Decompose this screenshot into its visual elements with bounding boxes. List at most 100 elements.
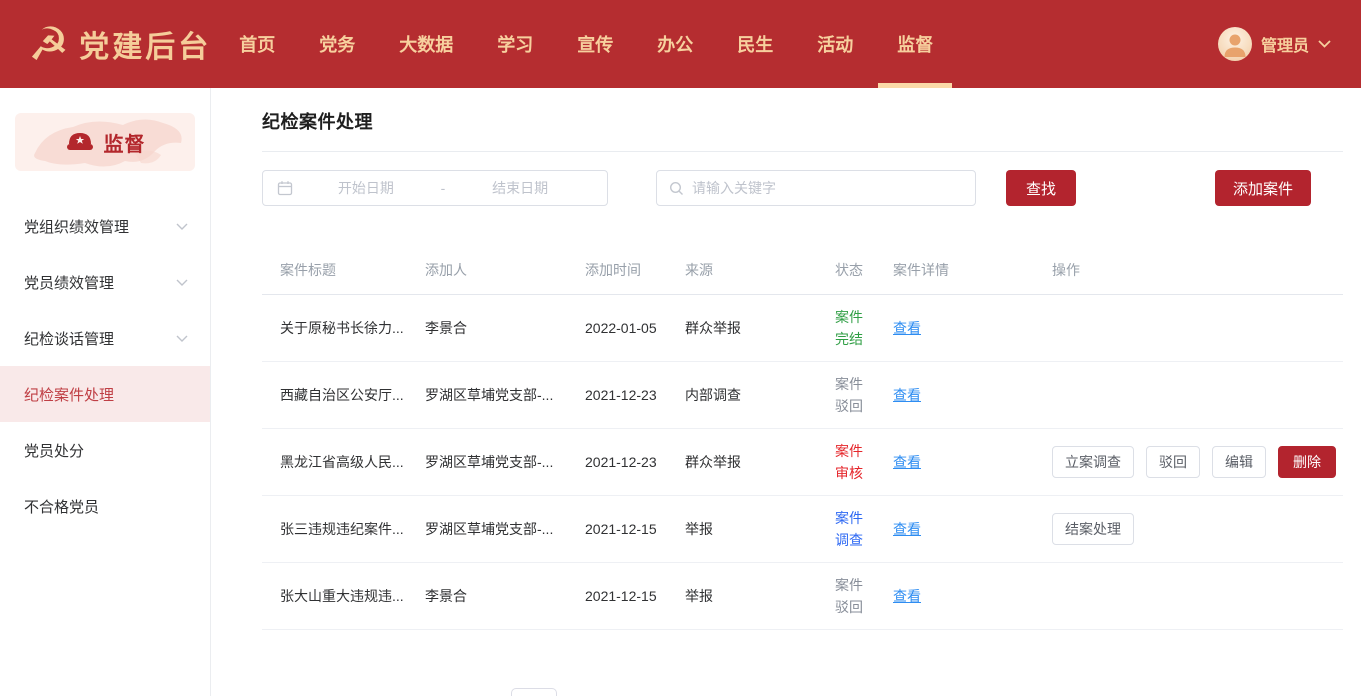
reject-button[interactable]: 驳回 bbox=[1146, 446, 1200, 478]
case-actions-cell: 立案调查 驳回 编辑 删除 bbox=[1035, 446, 1343, 478]
user-menu[interactable]: 管理员 bbox=[1218, 27, 1331, 61]
delete-button[interactable]: 删除 bbox=[1278, 446, 1336, 478]
nav-item-party-affairs[interactable]: 党务 bbox=[317, 0, 357, 88]
case-source-cell: 群众举报 bbox=[685, 318, 835, 338]
end-date-placeholder: 结束日期 bbox=[447, 178, 593, 198]
file-investigation-button[interactable]: 立案调查 bbox=[1052, 446, 1134, 478]
case-detail-cell: 查看 bbox=[893, 452, 1035, 472]
col-header-source: 来源 bbox=[685, 260, 835, 294]
sidebar-banner-label: 监督 bbox=[104, 128, 146, 157]
sidebar-item-unqualified-members[interactable]: 不合格党员 bbox=[0, 478, 210, 534]
case-title-cell: 张大山重大违规违... bbox=[280, 586, 425, 606]
case-source-cell: 群众举报 bbox=[685, 452, 835, 472]
case-source-cell: 内部调查 bbox=[685, 385, 835, 405]
nav-item-activities[interactable]: 活动 bbox=[815, 0, 855, 88]
nav-item-study[interactable]: 学习 bbox=[495, 0, 535, 88]
party-emblem-icon: ☭ bbox=[28, 21, 69, 67]
nav-item-supervision[interactable]: 监督 bbox=[895, 0, 935, 88]
sidebar-menu: 党组织绩效管理 党员绩效管理 纪检谈话管理 纪检案件处理 党员处分 不合格党员 bbox=[0, 198, 210, 534]
sidebar-item-org-performance[interactable]: 党组织绩效管理 bbox=[0, 198, 210, 254]
col-header-status: 状态 bbox=[835, 260, 893, 294]
app-logo: ☭ 党建后台 bbox=[28, 21, 211, 67]
case-actions-cell: 结案处理 bbox=[1035, 513, 1343, 545]
nav-label: 党务 bbox=[319, 31, 355, 57]
table-row: 张三违规违纪案件... 罗湖区草埔党支部-... 2021-12-15 举报 案… bbox=[262, 496, 1343, 563]
case-status-cell: 案件调查 bbox=[835, 507, 893, 551]
sidebar-item-member-performance[interactable]: 党员绩效管理 bbox=[0, 254, 210, 310]
date-range-input[interactable]: 开始日期 - 结束日期 bbox=[262, 170, 608, 206]
main-content: 纪检案件处理 开始日期 - 结束日期 请输入关键字 查找 添加案件 案件标题 bbox=[211, 88, 1361, 696]
case-adder-cell: 李景合 bbox=[425, 318, 585, 338]
nav-label: 监督 bbox=[897, 31, 933, 57]
sidebar: 监督 党组织绩效管理 党员绩效管理 纪检谈话管理 纪检案件处理 党员处分 不合格… bbox=[0, 88, 211, 696]
status-badge: 案件审核 bbox=[835, 440, 871, 484]
user-name: 管理员 bbox=[1261, 32, 1309, 56]
app-title: 党建后台 bbox=[79, 22, 211, 66]
case-detail-cell: 查看 bbox=[893, 318, 1035, 338]
close-case-button[interactable]: 结案处理 bbox=[1052, 513, 1134, 545]
case-detail-cell: 查看 bbox=[893, 385, 1035, 405]
nav-item-office[interactable]: 办公 bbox=[655, 0, 695, 88]
sidebar-item-discipline-talks[interactable]: 纪检谈话管理 bbox=[0, 310, 210, 366]
case-detail-cell: 查看 bbox=[893, 586, 1035, 606]
table-row: 关于原秘书长徐力... 李景合 2022-01-05 群众举报 案件完结 查看 bbox=[262, 295, 1343, 362]
sidebar-item-label: 党员绩效管理 bbox=[24, 272, 114, 293]
nav-label: 大数据 bbox=[399, 31, 453, 57]
sidebar-item-member-punishment[interactable]: 党员处分 bbox=[0, 422, 210, 478]
case-status-cell: 案件驳回 bbox=[835, 574, 893, 618]
sidebar-item-label: 党员处分 bbox=[24, 440, 84, 461]
supervision-cap-icon bbox=[65, 131, 95, 153]
sidebar-item-discipline-cases[interactable]: 纪检案件处理 bbox=[0, 366, 210, 422]
nav-label: 首页 bbox=[239, 31, 275, 57]
app-header: ☭ 党建后台 首页 党务 大数据 学习 宣传 办公 民生 活动 监督 管理员 bbox=[0, 0, 1361, 88]
table-row: 黑龙江省高级人民... 罗湖区草埔党支部-... 2021-12-23 群众举报… bbox=[262, 429, 1343, 496]
status-badge: 案件驳回 bbox=[835, 574, 871, 618]
case-title-cell: 黑龙江省高级人民... bbox=[280, 452, 425, 472]
chevron-down-icon bbox=[176, 335, 188, 342]
search-icon bbox=[669, 181, 684, 196]
case-status-cell: 案件完结 bbox=[835, 306, 893, 350]
nav-item-home[interactable]: 首页 bbox=[237, 0, 277, 88]
page-title: 纪检案件处理 bbox=[262, 108, 1343, 134]
person-icon bbox=[1218, 27, 1252, 61]
chevron-down-icon bbox=[1318, 40, 1331, 48]
case-adder-cell: 罗湖区草埔党支部-... bbox=[425, 519, 585, 539]
keyword-search-input[interactable]: 请输入关键字 bbox=[656, 170, 976, 206]
cases-table: 案件标题 添加人 添加时间 来源 状态 案件详情 操作 关于原秘书长徐力... … bbox=[262, 260, 1343, 630]
case-time-cell: 2021-12-15 bbox=[585, 521, 685, 537]
nav-item-livelihood[interactable]: 民生 bbox=[735, 0, 775, 88]
case-adder-cell: 李景合 bbox=[425, 586, 585, 606]
search-button[interactable]: 查找 bbox=[1006, 170, 1076, 206]
case-time-cell: 2021-12-23 bbox=[585, 454, 685, 470]
nav-item-publicity[interactable]: 宣传 bbox=[575, 0, 615, 88]
table-row: 张大山重大违规违... 李景合 2021-12-15 举报 案件驳回 查看 bbox=[262, 563, 1343, 630]
view-link[interactable]: 查看 bbox=[893, 521, 921, 537]
nav-label: 活动 bbox=[817, 31, 853, 57]
case-detail-cell: 查看 bbox=[893, 519, 1035, 539]
view-link[interactable]: 查看 bbox=[893, 454, 921, 470]
add-case-button[interactable]: 添加案件 bbox=[1215, 170, 1311, 206]
case-time-cell: 2021-12-15 bbox=[585, 588, 685, 604]
sidebar-item-label: 党组织绩效管理 bbox=[24, 216, 129, 237]
sidebar-item-label: 纪检谈话管理 bbox=[24, 328, 114, 349]
case-source-cell: 举报 bbox=[685, 586, 835, 606]
sidebar-banner: 监督 bbox=[15, 113, 195, 171]
view-link[interactable]: 查看 bbox=[893, 588, 921, 604]
keyword-placeholder: 请输入关键字 bbox=[692, 178, 776, 198]
view-link[interactable]: 查看 bbox=[893, 320, 921, 336]
avatar bbox=[1218, 27, 1252, 61]
status-badge: 案件调查 bbox=[835, 507, 871, 551]
status-badge: 案件完结 bbox=[835, 306, 871, 350]
nav-label: 宣传 bbox=[577, 31, 613, 57]
edit-button[interactable]: 编辑 bbox=[1212, 446, 1266, 478]
calendar-icon bbox=[277, 180, 293, 196]
view-link[interactable]: 查看 bbox=[893, 387, 921, 403]
col-header-title: 案件标题 bbox=[280, 260, 425, 294]
case-time-cell: 2021-12-23 bbox=[585, 387, 685, 403]
chevron-down-icon bbox=[176, 223, 188, 230]
filter-bar: 开始日期 - 结束日期 请输入关键字 查找 添加案件 bbox=[262, 170, 1343, 206]
pagination-button[interactable] bbox=[511, 688, 557, 696]
date-range-separator: - bbox=[439, 180, 448, 196]
nav-item-big-data[interactable]: 大数据 bbox=[397, 0, 455, 88]
case-adder-cell: 罗湖区草埔党支部-... bbox=[425, 385, 585, 405]
